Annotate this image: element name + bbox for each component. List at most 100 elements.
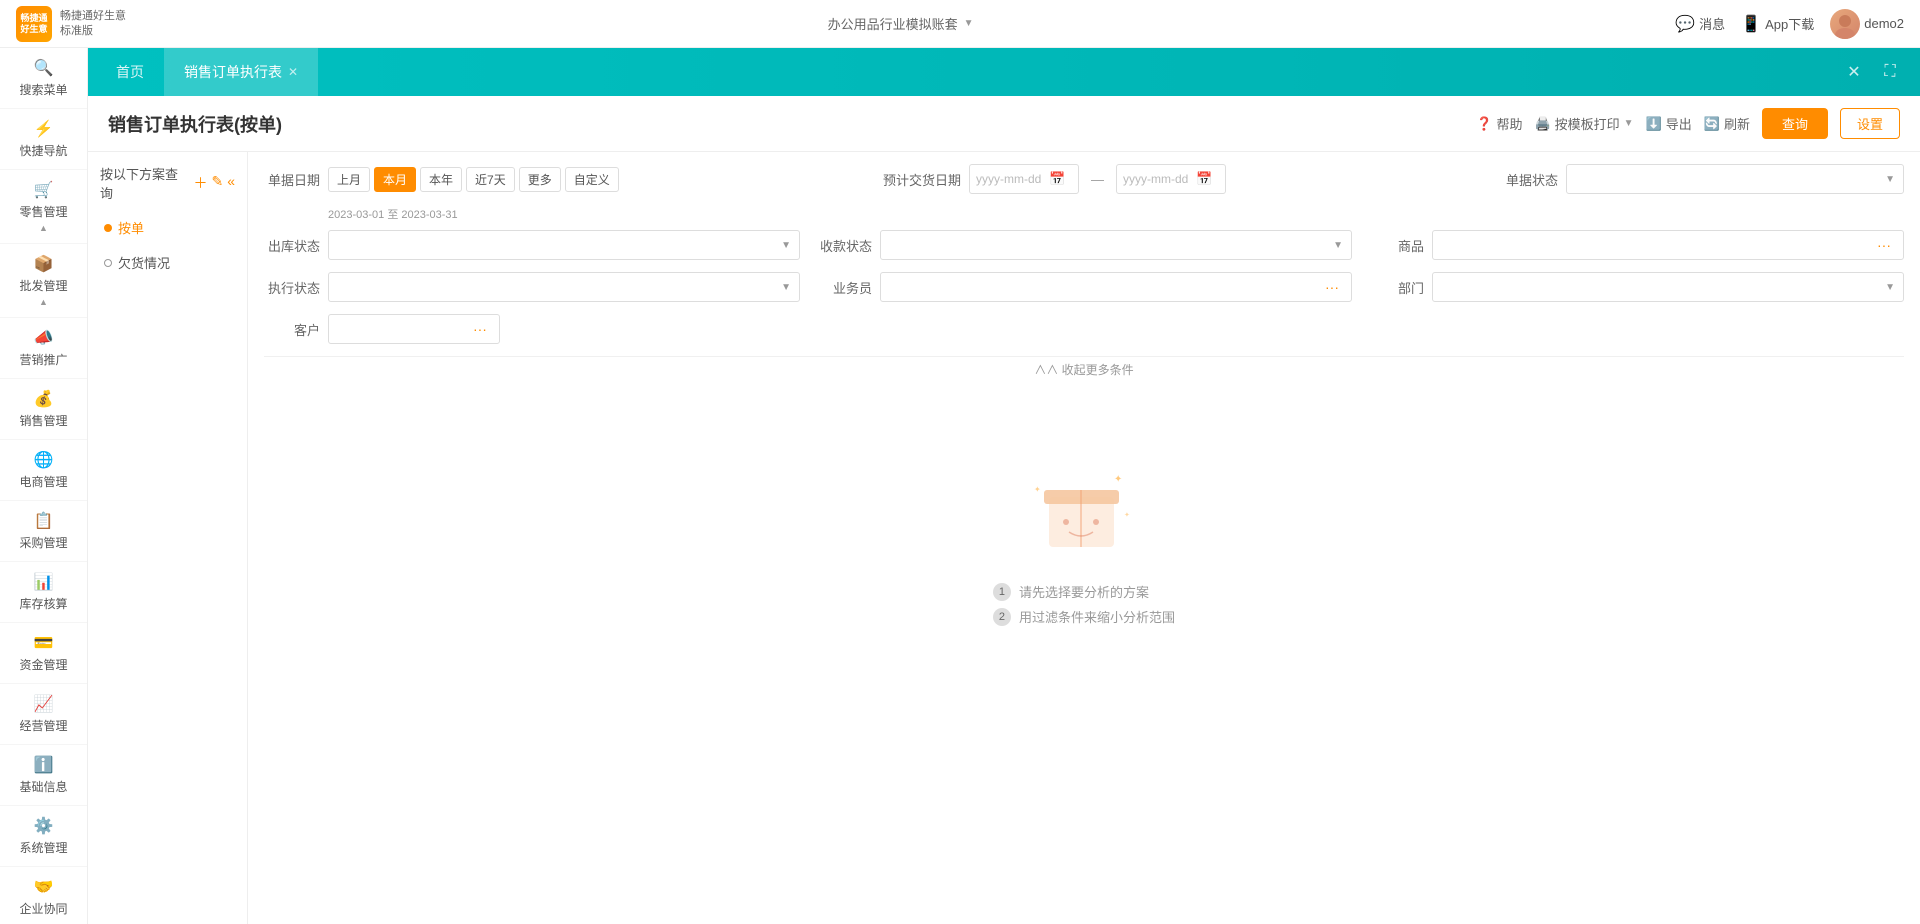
- sidebar-item-wholesale-mgmt[interactable]: 📦 批发管理 ▲: [0, 244, 87, 318]
- msg-btn[interactable]: 💬 消息: [1675, 14, 1725, 34]
- app-logo: 畅捷通好生意: [16, 6, 52, 42]
- dept-dropdown[interactable]: ▼: [1432, 272, 1904, 302]
- close-window-btn[interactable]: ✕: [1840, 58, 1868, 86]
- customer-ellipsis[interactable]: ···: [469, 321, 491, 337]
- left-panel-icons: ＋ ✎ «: [193, 173, 235, 193]
- fullscreen-btn[interactable]: ⛶: [1876, 58, 1904, 86]
- tab-sales-exec-label: 销售订单执行表: [184, 62, 282, 82]
- date-btn-last-month[interactable]: 上月: [328, 167, 370, 192]
- filter-row-2: 出库状态 ▼ 收款状态 ▼: [264, 230, 1904, 260]
- sidebar-item-inventory[interactable]: 📊 库存核算: [0, 562, 87, 623]
- sidebar-item-label: 批发管理: [19, 277, 67, 294]
- date-separator: —: [1087, 172, 1108, 187]
- sidebar-item-ecom-mgmt[interactable]: 🌐 电商管理: [0, 440, 87, 501]
- sidebar-item-corp-coop[interactable]: 🤝 企业协同: [0, 867, 87, 924]
- date-btn-custom[interactable]: 自定义: [565, 167, 619, 192]
- inventory-icon: 📊: [34, 572, 54, 592]
- sys-mgmt-icon: ⚙️: [34, 816, 54, 836]
- sidebar-item-search-menu[interactable]: 🔍 搜索菜单: [0, 48, 87, 109]
- tab-close-icon[interactable]: ✕: [288, 65, 298, 79]
- date-from-placeholder: yyyy-mm-dd: [976, 172, 1041, 186]
- help-btn[interactable]: ❓ 帮助: [1476, 114, 1522, 133]
- date-btn-this-year[interactable]: 本年: [420, 167, 462, 192]
- page-title: 销售订单执行表(按单): [108, 111, 282, 137]
- sidebar-item-label: 经营管理: [19, 717, 67, 734]
- user-profile[interactable]: demo2: [1830, 9, 1904, 39]
- salesperson-label: 业务员: [816, 278, 872, 297]
- expand-icon: ▲: [39, 297, 48, 307]
- add-scheme-btn[interactable]: ＋: [193, 173, 207, 193]
- predicted-date-to[interactable]: yyyy-mm-dd 📅: [1116, 164, 1226, 194]
- sidebar-item-purchase-mgmt[interactable]: 📋 采购管理: [0, 501, 87, 562]
- filter-date: 单据日期 上月 本月 本年 近7天 更多 自定义: [264, 167, 867, 192]
- collapse-label: 收起更多条件: [1062, 363, 1134, 377]
- sidebar: 🔍 搜索菜单 ⚡ 快捷导航 🛒 零售管理 ▲ 📦 批发管理 ▲ 📣 营销推广 💰…: [0, 48, 88, 924]
- empty-illustration: ✦ ✦ ✦: [1024, 462, 1144, 562]
- corp-coop-icon: 🤝: [34, 877, 54, 897]
- sidebar-item-sales-mgmt[interactable]: 💰 销售管理: [0, 379, 87, 440]
- purchase-mgmt-icon: 📋: [34, 511, 54, 531]
- sidebar-item-quick-nav[interactable]: ⚡ 快捷导航: [0, 109, 87, 170]
- sidebar-item-basic-info[interactable]: ℹ️ 基础信息: [0, 745, 87, 806]
- page-header-bar: 销售订单执行表(按单) ❓ 帮助 🖨️ 按模板打印 ▼ ⬇️ 导出: [88, 96, 1920, 152]
- ship-status-dropdown[interactable]: ▼: [328, 230, 800, 260]
- setting-button[interactable]: 设置: [1840, 108, 1900, 139]
- top-header: 畅捷通好生意 畅捷通好生意 标准版 办公用品行业模拟账套 ▼ 💬 消息 📱 Ap…: [0, 0, 1920, 48]
- sidebar-item-sys-mgmt[interactable]: ⚙️ 系统管理: [0, 806, 87, 867]
- customer-input[interactable]: ···: [328, 314, 500, 344]
- calendar-icon-to[interactable]: 📅: [1196, 171, 1212, 187]
- order-status-label: 单据状态: [1502, 170, 1558, 189]
- left-menu-by-debt[interactable]: 欠货情况: [88, 245, 247, 280]
- tab-home[interactable]: 首页: [96, 48, 164, 96]
- collapse-panel-btn[interactable]: «: [227, 173, 235, 193]
- retail-mgmt-icon: 🛒: [34, 180, 54, 200]
- avatar: [1830, 9, 1860, 39]
- predicted-date-from[interactable]: yyyy-mm-dd 📅: [969, 164, 1079, 194]
- nav-center-label: 办公用品行业模拟账套: [828, 14, 958, 33]
- date-btn-more[interactable]: 更多: [519, 167, 561, 192]
- empty-state: ✦ ✦ ✦ 1 请先选择: [264, 382, 1904, 712]
- order-status-dropdown[interactable]: ▼: [1566, 164, 1904, 194]
- left-menu-label: 欠货情况: [118, 253, 170, 272]
- print-btn[interactable]: 🖨️ 按模板打印 ▼: [1534, 114, 1633, 133]
- refresh-btn[interactable]: 🔄 刷新: [1704, 114, 1750, 133]
- filter-salesperson: 业务员 ···: [816, 272, 1352, 302]
- edit-scheme-btn[interactable]: ✎: [211, 173, 223, 193]
- collapse-bar[interactable]: ∧∧ 收起更多条件: [264, 356, 1904, 382]
- basic-info-icon: ℹ️: [34, 755, 54, 775]
- tab-sales-exec[interactable]: 销售订单执行表 ✕: [164, 48, 318, 96]
- sidebar-item-label: 营销推广: [19, 351, 67, 368]
- export-btn[interactable]: ⬇️ 导出: [1646, 114, 1692, 133]
- sidebar-item-label: 销售管理: [19, 412, 67, 429]
- dept-arrow: ▼: [1885, 282, 1895, 293]
- sidebar-item-marketing[interactable]: 📣 营销推广: [0, 318, 87, 379]
- expand-icon: ▲: [39, 223, 48, 233]
- logo-area: 畅捷通好生意 畅捷通好生意 标准版: [16, 6, 126, 42]
- sidebar-item-finance[interactable]: 💳 资金管理: [0, 623, 87, 684]
- left-menu-by-order[interactable]: 按单: [88, 210, 247, 245]
- app-download-btn[interactable]: 📱 App下载: [1741, 14, 1814, 34]
- sidebar-item-label: 电商管理: [19, 473, 67, 490]
- sidebar-item-retail-mgmt[interactable]: 🛒 零售管理 ▲: [0, 170, 87, 244]
- date-label: 单据日期: [264, 170, 320, 189]
- goods-ellipsis[interactable]: ···: [1873, 237, 1895, 253]
- inactive-dot: [104, 259, 112, 267]
- nav-center-arrow[interactable]: ▼: [964, 18, 974, 29]
- calendar-icon-from[interactable]: 📅: [1049, 171, 1065, 187]
- date-btn-7days[interactable]: 近7天: [466, 167, 515, 192]
- pay-status-dropdown[interactable]: ▼: [880, 230, 1352, 260]
- sidebar-item-ops-mgmt[interactable]: 📈 经营管理: [0, 684, 87, 745]
- date-btn-this-month[interactable]: 本月: [374, 167, 416, 192]
- salesperson-input[interactable]: ···: [880, 272, 1352, 302]
- filter-goods: 商品 ···: [1368, 230, 1904, 260]
- exec-status-dropdown[interactable]: ▼: [328, 272, 800, 302]
- print-label: 按模板打印: [1555, 114, 1620, 133]
- filter-ship-status: 出库状态 ▼: [264, 230, 800, 260]
- nav-right-actions: ✕ ⛶: [1840, 58, 1912, 86]
- query-button[interactable]: 查询: [1762, 108, 1828, 139]
- filter-section: 单据日期 上月 本月 本年 近7天 更多 自定义: [264, 164, 1904, 382]
- nav-center[interactable]: 办公用品行业模拟账套 ▼: [828, 14, 974, 33]
- goods-input[interactable]: ···: [1432, 230, 1904, 260]
- empty-step-1: 1 请先选择要分析的方案: [993, 582, 1175, 601]
- salesperson-ellipsis[interactable]: ···: [1321, 279, 1343, 295]
